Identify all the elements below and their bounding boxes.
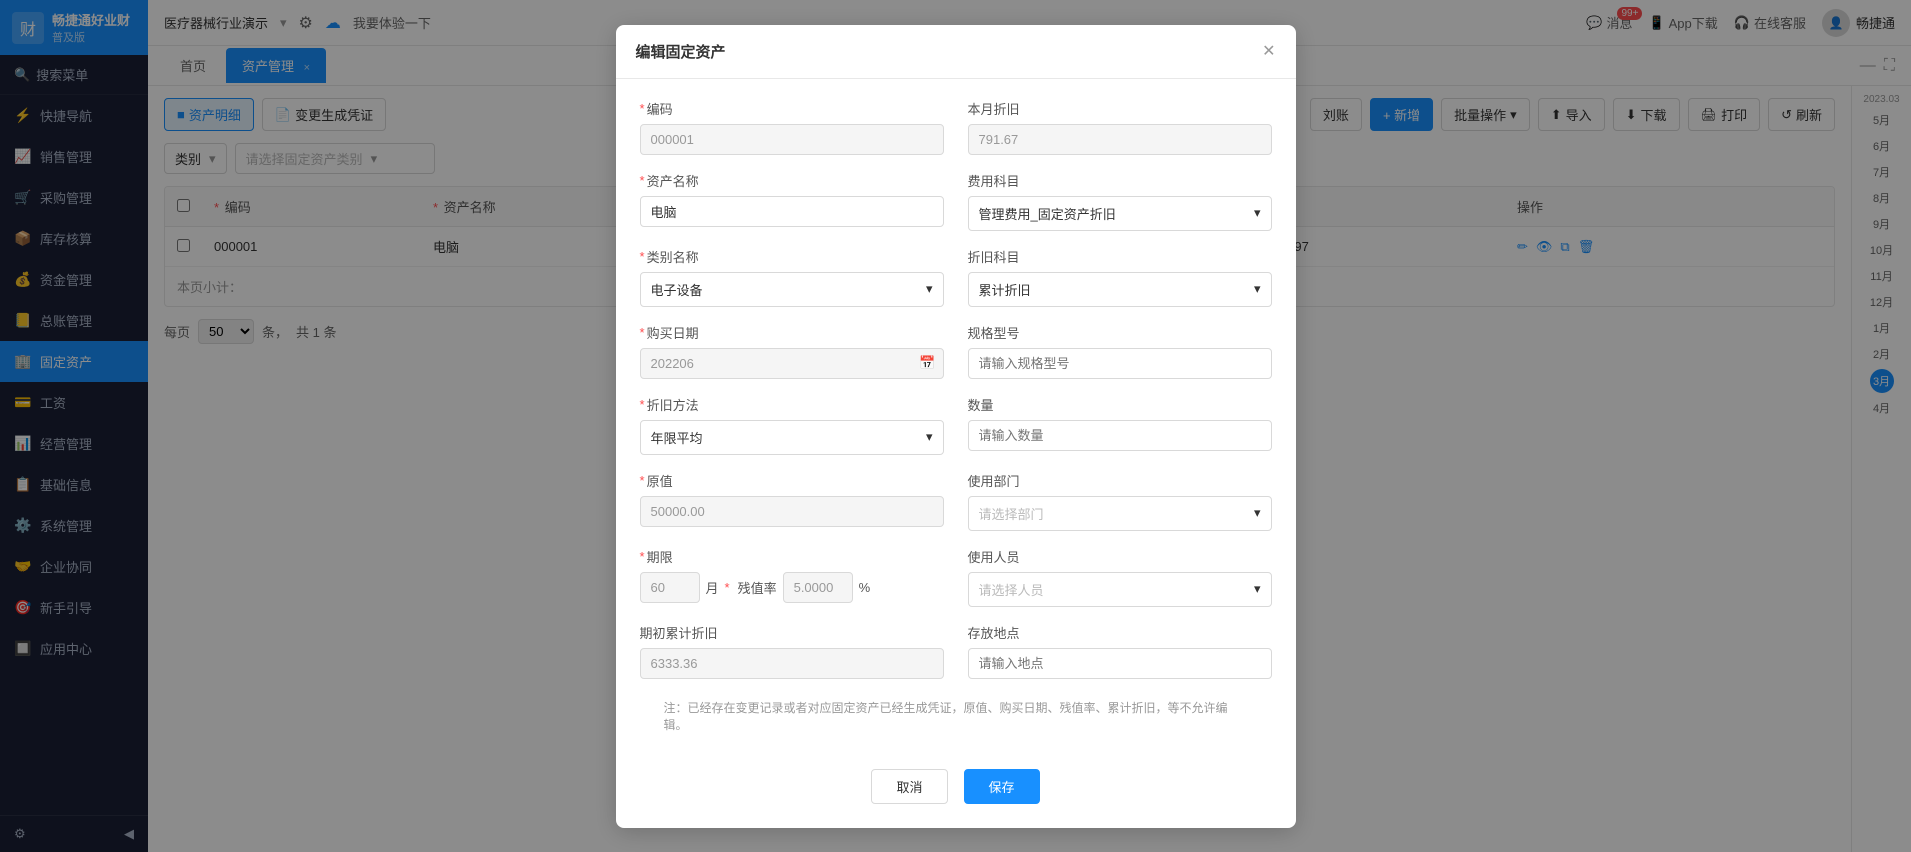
dialog-body: * 编码 本月折旧 * 资产名称 xyxy=(616,79,1296,753)
field-code: * 编码 xyxy=(640,99,944,155)
initial-dep-label: 期初累计折旧 xyxy=(640,623,944,642)
user-label: 使用人员 xyxy=(968,547,1272,566)
code-input[interactable] xyxy=(640,124,944,155)
field-dept: 使用部门 请选择部门 ▾ xyxy=(968,471,1272,531)
location-label: 存放地点 xyxy=(968,623,1272,642)
expense-subject-select[interactable]: 管理费用_固定资产折旧 ▾ xyxy=(968,196,1272,231)
category-value: 电子设备 xyxy=(651,280,703,299)
salvage-label: 残值率 xyxy=(738,578,777,597)
chevron-down-icon3: ▾ xyxy=(1254,281,1261,297)
chevron-down-icon6: ▾ xyxy=(1254,581,1261,597)
chevron-down-icon4: ▾ xyxy=(926,429,933,445)
expense-subject-value: 管理费用_固定资产折旧 xyxy=(979,204,1116,223)
category-select[interactable]: 电子设备 ▾ xyxy=(640,272,944,307)
asset-name-label: * 资产名称 xyxy=(640,171,944,190)
salvage-required: * xyxy=(725,580,730,595)
dialog-overlay: 编辑固定资产 ✕ * 编码 本月折旧 * xyxy=(0,0,1911,852)
location-input[interactable] xyxy=(968,648,1272,679)
dialog-close-icon[interactable]: ✕ xyxy=(1262,41,1275,61)
purchase-date-wrapper: 📅 xyxy=(640,348,944,379)
dept-placeholder: 请选择部门 xyxy=(979,504,1044,523)
user-select[interactable]: 请选择人员 ▾ xyxy=(968,572,1272,607)
field-quantity: 数量 xyxy=(968,395,1272,455)
dialog-note: 注：已经存在变更记录或者对应固定资产已经生成凭证，原值、购买日期、残值率、累计折… xyxy=(640,695,1272,733)
dialog-header: 编辑固定资产 ✕ xyxy=(616,25,1296,79)
field-purchase-date: * 购买日期 📅 xyxy=(640,323,944,379)
field-model: 规格型号 xyxy=(968,323,1272,379)
model-label: 规格型号 xyxy=(968,323,1272,342)
quantity-input[interactable] xyxy=(968,420,1272,451)
monthly-dep-label: 本月折旧 xyxy=(968,99,1272,118)
field-period-salvage: * 期限 月 * 残值率 % xyxy=(640,547,944,607)
field-location: 存放地点 xyxy=(968,623,1272,679)
dialog-footer: 取消 保存 xyxy=(616,753,1296,804)
code-label: * 编码 xyxy=(640,99,944,118)
chevron-down-icon5: ▾ xyxy=(1254,505,1261,521)
purchase-date-label: * 购买日期 xyxy=(640,323,944,342)
original-label: * 原值 xyxy=(640,471,944,490)
dep-method-select[interactable]: 年限平均 ▾ xyxy=(640,420,944,455)
dep-subject-label: 折旧科目 xyxy=(968,247,1272,266)
model-input[interactable] xyxy=(968,348,1272,379)
dialog-title: 编辑固定资产 xyxy=(636,41,726,62)
chevron-down-icon: ▾ xyxy=(1254,205,1261,221)
save-button[interactable]: 保存 xyxy=(964,769,1040,804)
category-label: * 类别名称 xyxy=(640,247,944,266)
initial-dep-input xyxy=(640,648,944,679)
dep-subject-select[interactable]: 累计折旧 ▾ xyxy=(968,272,1272,307)
chevron-down-icon2: ▾ xyxy=(926,281,933,297)
period-label: * 期限 xyxy=(640,547,944,566)
dept-label: 使用部门 xyxy=(968,471,1272,490)
field-category: * 类别名称 电子设备 ▾ xyxy=(640,247,944,307)
quantity-label: 数量 xyxy=(968,395,1272,414)
field-expense-subject: 费用科目 管理费用_固定资产折旧 ▾ xyxy=(968,171,1272,231)
field-user: 使用人员 请选择人员 ▾ xyxy=(968,547,1272,607)
dep-method-label: * 折旧方法 xyxy=(640,395,944,414)
field-dep-subject: 折旧科目 累计折旧 ▾ xyxy=(968,247,1272,307)
period-salvage-group: 月 * 残值率 % xyxy=(640,572,944,603)
purchase-date-input[interactable] xyxy=(640,348,944,379)
cancel-button[interactable]: 取消 xyxy=(871,769,947,804)
field-monthly-dep: 本月折旧 xyxy=(968,99,1272,155)
original-input[interactable] xyxy=(640,496,944,527)
dept-select[interactable]: 请选择部门 ▾ xyxy=(968,496,1272,531)
monthly-dep-input xyxy=(968,124,1272,155)
field-asset-name: * 资产名称 xyxy=(640,171,944,231)
field-initial-dep: 期初累计折旧 xyxy=(640,623,944,679)
salvage-unit: % xyxy=(859,580,871,595)
dep-subject-value: 累计折旧 xyxy=(979,280,1031,299)
asset-name-input[interactable] xyxy=(640,196,944,227)
field-dep-method: * 折旧方法 年限平均 ▾ xyxy=(640,395,944,455)
salvage-input[interactable] xyxy=(783,572,853,603)
user-placeholder: 请选择人员 xyxy=(979,580,1044,599)
period-unit: 月 xyxy=(706,578,719,597)
dep-method-value: 年限平均 xyxy=(651,428,703,447)
expense-subject-label: 费用科目 xyxy=(968,171,1272,190)
edit-asset-dialog: 编辑固定资产 ✕ * 编码 本月折旧 * xyxy=(616,25,1296,828)
calendar-icon: 📅 xyxy=(919,355,935,371)
period-input[interactable] xyxy=(640,572,700,603)
field-original: * 原值 xyxy=(640,471,944,531)
